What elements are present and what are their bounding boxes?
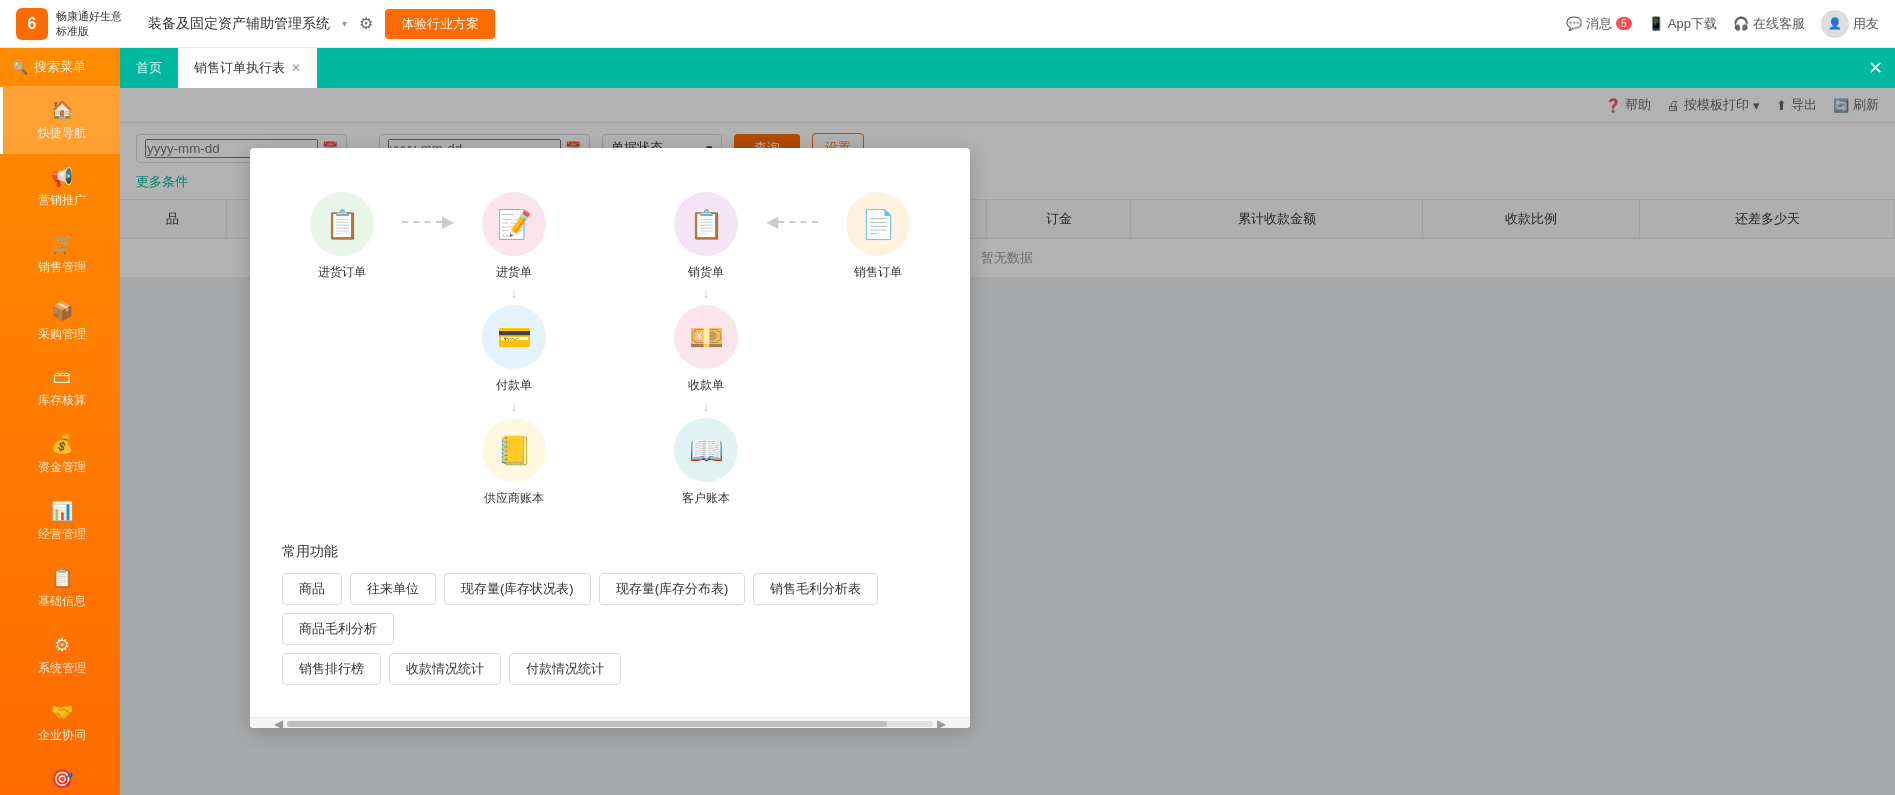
flow-purchase-bill[interactable]: 📝 进货单 <box>454 192 574 281</box>
logo-text: 畅康通好生意 标准版 <box>56 9 122 38</box>
receipt-circle: 💴 <box>674 305 738 369</box>
func-sales-margin[interactable]: 销售毛利分析表 <box>753 573 878 605</box>
main-content: ❓ 帮助 🖨 按模板打印 ▾ ⬆ 导出 🔄 刷新 <box>120 88 1895 795</box>
phone-icon: 📱 <box>1648 16 1664 31</box>
customer-circle: 📖 <box>674 418 738 482</box>
tab-home[interactable]: 首页 <box>120 48 178 88</box>
flow-purchase-order[interactable]: 📋 进货订单 <box>282 192 402 281</box>
marketing-icon: 📢 <box>51 166 73 188</box>
purchase-bill-circle: 📝 <box>482 192 546 256</box>
payment-circle: 💳 <box>482 305 546 369</box>
func-product[interactable]: 商品 <box>282 573 342 605</box>
function-buttons-row1: 商品 往来单位 现存量(库存状况表) 现存量(库存分布表) 销售毛利分析表 商品… <box>282 573 938 645</box>
common-functions-section: 常用功能 商品 往来单位 现存量(库存状况表) 现存量(库存分布表) 销售毛利分… <box>282 527 938 693</box>
system-dropdown-icon[interactable]: ▾ <box>342 18 347 29</box>
sidebar-item-finance[interactable]: 💰 资金管理 <box>0 421 120 488</box>
sidebar-item-system[interactable]: ⚙ 系统管理 <box>0 622 120 689</box>
message-button[interactable]: 💬 消息 5 <box>1566 15 1632 33</box>
sidebar-item-marketing[interactable]: 📢 营销推广 <box>0 154 120 221</box>
scroll-right-icon[interactable]: ▶ <box>933 717 950 729</box>
purchase-icon: 📦 <box>51 300 73 322</box>
search-menu-button[interactable]: 🔍 搜索菜单 <box>0 48 120 87</box>
enterprise-icon: 🤝 <box>51 701 73 723</box>
system-icon: ⚙ <box>54 634 70 656</box>
flow-supplier[interactable]: 📒 供应商账本 <box>454 418 574 507</box>
tab-sales-order-exec[interactable]: 销售订单执行表 ✕ <box>178 48 317 88</box>
trial-button[interactable]: 体验行业方案 <box>385 9 495 39</box>
func-payment-stats[interactable]: 付款情况统计 <box>509 653 621 685</box>
flow-payment[interactable]: 💳 付款单 <box>454 305 574 394</box>
content-area: 首页 销售订单执行表 ✕ ✕ ❓ 帮助 🖨 按模板打印 ▾ <box>120 48 1895 795</box>
purchase-order-circle: 📋 <box>310 192 374 256</box>
flow-left-col: 📋 进货订单 <box>282 192 402 281</box>
scrollbar-thumb[interactable] <box>287 721 887 727</box>
sidebar: 🔍 搜索菜单 🏠 快捷导航 📢 营销推广 🛒 销售管理 📦 采购管理 🗃 库存核… <box>0 48 120 795</box>
main-layout: 🔍 搜索菜单 🏠 快捷导航 📢 营销推广 🛒 销售管理 📦 采购管理 🗃 库存核… <box>0 48 1895 795</box>
modal-box: 📋 进货订单 ▶ <box>250 148 970 728</box>
flow-arrow-1: ▶ <box>402 212 454 231</box>
tab-close-icon[interactable]: ✕ <box>291 61 301 75</box>
finance-icon: 💰 <box>51 433 73 455</box>
basic-info-icon: 📋 <box>51 567 73 589</box>
func-product-margin[interactable]: 商品毛利分析 <box>282 613 394 645</box>
sidebar-item-enterprise[interactable]: 🤝 企业协同 <box>0 689 120 756</box>
sidebar-item-inventory[interactable]: 🗃 库存核算 <box>0 355 120 421</box>
sidebar-item-sales[interactable]: 🛒 销售管理 <box>0 221 120 288</box>
flow-sales-bill[interactable]: 📋 销货单 <box>646 192 766 281</box>
sidebar-item-basic-info[interactable]: 📋 基础信息 <box>0 555 120 622</box>
common-functions-title: 常用功能 <box>282 543 938 561</box>
system-title: 装备及固定资产辅助管理系统 <box>148 15 330 33</box>
tab-close-window-icon[interactable]: ✕ <box>1868 57 1883 79</box>
modal-scrollbar[interactable]: ◀ ▶ <box>250 717 970 728</box>
flow-customer[interactable]: 📖 客户账本 <box>646 418 766 507</box>
sidebar-item-purchase[interactable]: 📦 采购管理 <box>0 288 120 355</box>
supplier-circle: 📒 <box>482 418 546 482</box>
modal-overlay: 📋 进货订单 ▶ <box>120 88 1895 795</box>
flow-sales-order[interactable]: 📄 销售订单 <box>818 192 938 281</box>
flow-receipt[interactable]: 💴 收款单 <box>646 305 766 394</box>
message-icon: 💬 <box>1566 16 1582 31</box>
func-sales-rank[interactable]: 销售排行榜 <box>282 653 381 685</box>
func-receipt-stats[interactable]: 收款情况统计 <box>389 653 501 685</box>
sidebar-item-quick-nav[interactable]: 🏠 快捷导航 <box>0 87 120 154</box>
guide-icon: 🎯 <box>51 768 73 790</box>
tab-bar: 首页 销售订单执行表 ✕ ✕ <box>120 48 1895 88</box>
search-icon: 🔍 <box>12 60 28 75</box>
top-header: 6 畅康通好生意 标准版 装备及固定资产辅助管理系统 ▾ ⚙ 体验行业方案 💬 … <box>0 0 1895 48</box>
settings-icon[interactable]: ⚙ <box>359 14 373 33</box>
modal-content: 📋 进货订单 ▶ <box>250 148 970 717</box>
headset-icon: 🎧 <box>1733 16 1749 31</box>
func-stock-dist[interactable]: 现存量(库存分布表) <box>599 573 746 605</box>
message-badge: 5 <box>1616 17 1632 30</box>
operations-icon: 📊 <box>51 500 73 522</box>
header-actions: 💬 消息 5 📱 App下载 🎧 在线客服 👤 用友 <box>1566 10 1879 38</box>
flow-arrow-2: ◀ <box>766 212 818 231</box>
flow-purchase-bill-col: 📝 进货单 ↓ 💳 付款单 <box>454 192 574 507</box>
sales-icon: 🛒 <box>51 233 73 255</box>
sales-bill-circle: 📋 <box>674 192 738 256</box>
home-icon: 🏠 <box>51 99 73 121</box>
scroll-left-icon[interactable]: ◀ <box>270 717 287 729</box>
logo-icon: 6 <box>16 8 48 40</box>
scrollbar-track <box>287 721 933 727</box>
func-stock-status[interactable]: 现存量(库存状况表) <box>444 573 591 605</box>
func-units[interactable]: 往来单位 <box>350 573 436 605</box>
flow-section: 📋 进货订单 ▶ <box>282 172 938 527</box>
flow-sales-order-col: 📄 销售订单 <box>818 192 938 281</box>
user-menu[interactable]: 👤 用友 <box>1821 10 1879 38</box>
logo-area: 6 畅康通好生意 标准版 <box>16 8 136 40</box>
function-buttons-row2: 销售排行榜 收款情况统计 付款情况统计 <box>282 653 938 685</box>
sidebar-item-operations[interactable]: 📊 经营管理 <box>0 488 120 555</box>
sidebar-item-guide[interactable]: 🎯 新手引导 <box>0 756 120 795</box>
user-avatar: 👤 <box>1821 10 1849 38</box>
sales-order-circle: 📄 <box>846 192 910 256</box>
inventory-icon: 🗃 <box>53 367 71 388</box>
flow-sales-bill-col: 📋 销货单 ↓ 💴 收款单 ↓ <box>646 192 766 507</box>
online-service-button[interactable]: 🎧 在线客服 <box>1733 15 1805 33</box>
app-download-button[interactable]: 📱 App下载 <box>1648 15 1717 33</box>
